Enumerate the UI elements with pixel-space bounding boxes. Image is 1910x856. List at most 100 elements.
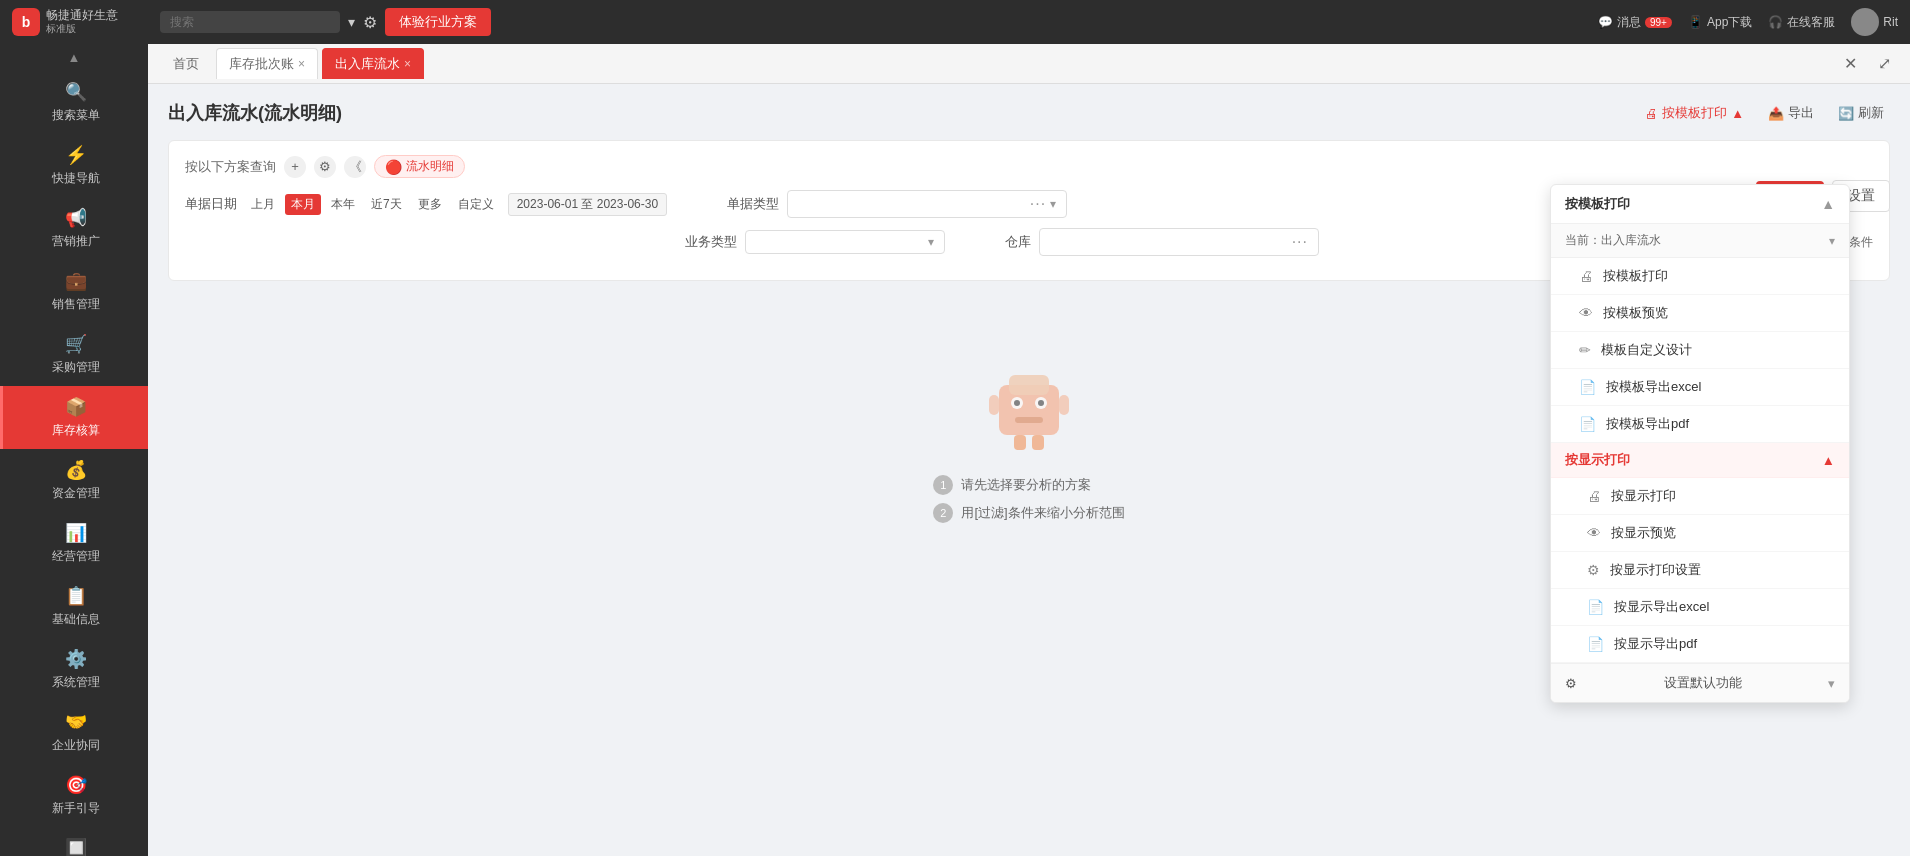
display-export-pdf-label: 按显示导出pdf bbox=[1614, 635, 1697, 653]
template-custom-label: 模板自定义设计 bbox=[1601, 341, 1692, 359]
date-current-year[interactable]: 本年 bbox=[325, 194, 361, 215]
sidebar-item-inventory[interactable]: 📦 库存核算 bbox=[0, 386, 148, 449]
date-custom[interactable]: 自定义 bbox=[452, 194, 500, 215]
sidebar-item-marketing[interactable]: 📢 营销推广 bbox=[0, 197, 148, 260]
tab-batch-account-close[interactable]: × bbox=[298, 57, 305, 71]
dropdown-collapse-button[interactable]: ▲ bbox=[1821, 196, 1835, 212]
tab-close-button[interactable]: ✕ bbox=[1836, 50, 1864, 78]
sidebar-item-finance[interactable]: 💰 资金管理 bbox=[0, 449, 148, 512]
message-item[interactable]: 💬 消息 99+ bbox=[1598, 14, 1672, 31]
tab-inventory-flow-close[interactable]: × bbox=[404, 57, 411, 71]
refresh-button[interactable]: 🔄 刷新 bbox=[1832, 100, 1890, 126]
filter-collapse-button[interactable]: 《 bbox=[344, 156, 366, 178]
sidebar-item-system[interactable]: ⚙️ 系统管理 bbox=[0, 638, 148, 701]
template-export-excel-item[interactable]: 📄 按模板导出excel bbox=[1551, 369, 1849, 406]
tab-bar: 首页 库存批次账 × 出入库流水 × ✕ ⤢ bbox=[148, 44, 1910, 84]
app-download-item[interactable]: 📱 App下载 bbox=[1688, 14, 1752, 31]
sidebar-item-basic[interactable]: 📋 基础信息 bbox=[0, 575, 148, 638]
display-export-excel-item[interactable]: 📄 按显示导出excel bbox=[1551, 589, 1849, 626]
sidebar: ▲ 🔍 搜索菜单 ⚡ 快捷导航 📢 营销推广 💼 销售管理 🛒 采购管理 📦 库… bbox=[0, 44, 148, 856]
template-preview-icon: 👁 bbox=[1579, 305, 1593, 321]
display-print-settings-label: 按显示打印设置 bbox=[1610, 561, 1701, 579]
page-header: 出入库流水(流水明细) 🖨 按模板打印 ▲ 📤 导出 🔄 刷新 bbox=[168, 100, 1890, 126]
dropdown-footer[interactable]: ⚙ 设置默认功能 ▾ bbox=[1551, 663, 1849, 702]
template-print-item[interactable]: 🖨 按模板打印 bbox=[1551, 258, 1849, 295]
date-last-7-days[interactable]: 近7天 bbox=[365, 194, 408, 215]
template-custom-item[interactable]: ✏ 模板自定义设计 bbox=[1551, 332, 1849, 369]
top-gear-button[interactable]: ⚙ bbox=[363, 13, 377, 32]
display-export-excel-icon: 📄 bbox=[1587, 599, 1604, 615]
empty-steps: 1 请先选择要分析的方案 2 用[过滤]条件来缩小分析范围 bbox=[933, 475, 1124, 523]
warehouse-select[interactable]: ··· bbox=[1039, 228, 1319, 256]
filter-tag-label: 流水明细 bbox=[406, 158, 454, 175]
message-badge: 99+ bbox=[1645, 17, 1672, 28]
print-template-button[interactable]: 🖨 按模板打印 ▲ bbox=[1639, 100, 1750, 126]
top-right: 💬 消息 99+ 📱 App下载 🎧 在线客服 Rit bbox=[1598, 8, 1898, 36]
template-preview-label: 按模板预览 bbox=[1603, 304, 1668, 322]
biz-type-select[interactable]: ▾ bbox=[745, 230, 945, 254]
display-collapse-icon[interactable]: ▲ bbox=[1822, 453, 1835, 468]
tab-batch-account[interactable]: 库存批次账 × bbox=[216, 48, 318, 79]
sidebar-item-operations[interactable]: 📊 经营管理 bbox=[0, 512, 148, 575]
tab-maximize-button[interactable]: ⤢ bbox=[1870, 50, 1898, 78]
app-center-icon: 🔲 bbox=[65, 837, 87, 856]
export-label: 导出 bbox=[1788, 104, 1814, 122]
svg-rect-6 bbox=[1015, 417, 1043, 423]
doc-type-select[interactable]: ··· ▾ bbox=[787, 190, 1067, 218]
page-actions: 🖨 按模板打印 ▲ 📤 导出 🔄 刷新 bbox=[1639, 100, 1890, 126]
tab-home[interactable]: 首页 bbox=[160, 48, 212, 79]
sidebar-item-newbie[interactable]: 🎯 新手引导 bbox=[0, 764, 148, 827]
sidebar-item-enterprise[interactable]: 🤝 企业协同 bbox=[0, 701, 148, 764]
warehouse-more[interactable]: ··· bbox=[1292, 233, 1308, 251]
message-icon: 💬 bbox=[1598, 15, 1613, 29]
online-service-item[interactable]: 🎧 在线客服 bbox=[1768, 14, 1835, 31]
footer-settings-icon: ⚙ bbox=[1565, 676, 1577, 691]
date-more[interactable]: 更多 bbox=[412, 194, 448, 215]
template-print-label: 按模板打印 bbox=[1603, 267, 1668, 285]
export-button[interactable]: 📤 导出 bbox=[1762, 100, 1820, 126]
footer-arrow[interactable]: ▾ bbox=[1828, 676, 1835, 691]
display-print-item[interactable]: 🖨 按显示打印 bbox=[1551, 478, 1849, 515]
doc-type-field: 单据类型 ··· ▾ bbox=[727, 190, 1067, 218]
tab-home-label: 首页 bbox=[173, 55, 199, 73]
sidebar-item-sales[interactable]: 💼 销售管理 bbox=[0, 260, 148, 323]
display-print-settings-item[interactable]: ⚙ 按显示打印设置 bbox=[1551, 552, 1849, 589]
top-dropdown-button[interactable]: ▾ bbox=[348, 14, 355, 30]
template-preview-item[interactable]: 👁 按模板预览 bbox=[1551, 295, 1849, 332]
sidebar-scroll-up[interactable]: ▲ bbox=[0, 44, 148, 71]
display-print-header[interactable]: 按显示打印 ▲ bbox=[1551, 443, 1849, 478]
display-settings-icon: ⚙ bbox=[1587, 562, 1600, 578]
sidebar-label-search: 搜索菜单 bbox=[52, 107, 100, 124]
step-2-num: 2 bbox=[933, 503, 953, 523]
tab-inventory-flow[interactable]: 出入库流水 × bbox=[322, 48, 424, 79]
filter-settings-button[interactable]: ⚙ bbox=[314, 156, 336, 178]
date-last-month[interactable]: 上月 bbox=[245, 194, 281, 215]
date-current-month[interactable]: 本月 bbox=[285, 194, 321, 215]
app-version: 标准版 bbox=[46, 22, 118, 36]
top-search-input[interactable] bbox=[160, 11, 340, 33]
doc-type-more[interactable]: ··· bbox=[1030, 195, 1046, 213]
sidebar-item-search[interactable]: 🔍 搜索菜单 bbox=[0, 71, 148, 134]
refresh-icon: 🔄 bbox=[1838, 106, 1854, 121]
sidebar-item-purchase[interactable]: 🛒 采购管理 bbox=[0, 323, 148, 386]
print-dropdown-panel: 按模板打印 ▲ 当前：出入库流水 ▾ 🖨 按模板打印 👁 按模板预览 bbox=[1550, 184, 1850, 703]
sidebar-label-system: 系统管理 bbox=[52, 674, 100, 691]
date-range-display[interactable]: 2023-06-01 至 2023-06-30 bbox=[508, 193, 667, 216]
filter-tag[interactable]: 🔴 流水明细 bbox=[374, 155, 465, 178]
user-area[interactable]: Rit bbox=[1851, 8, 1898, 36]
print-dropdown-arrow: ▲ bbox=[1731, 106, 1744, 121]
sidebar-item-app-center[interactable]: 🔲 应用中心 bbox=[0, 827, 148, 856]
template-sub-arrow[interactable]: ▾ bbox=[1829, 234, 1835, 248]
filter-add-button[interactable]: + bbox=[284, 156, 306, 178]
template-export-pdf-item[interactable]: 📄 按模板导出pdf bbox=[1551, 406, 1849, 443]
doc-type-label: 单据类型 bbox=[727, 195, 779, 213]
display-preview-item[interactable]: 👁 按显示预览 bbox=[1551, 515, 1849, 552]
display-export-pdf-icon: 📄 bbox=[1587, 636, 1604, 652]
sidebar-label-enterprise: 企业协同 bbox=[52, 737, 100, 754]
sidebar-item-quick-nav[interactable]: ⚡ 快捷导航 bbox=[0, 134, 148, 197]
industry-solution-button[interactable]: 体验行业方案 bbox=[385, 8, 491, 36]
svg-point-5 bbox=[1038, 400, 1044, 406]
display-export-pdf-item[interactable]: 📄 按显示导出pdf bbox=[1551, 626, 1849, 663]
sidebar-label-finance: 资金管理 bbox=[52, 485, 100, 502]
user-avatar bbox=[1851, 8, 1879, 36]
